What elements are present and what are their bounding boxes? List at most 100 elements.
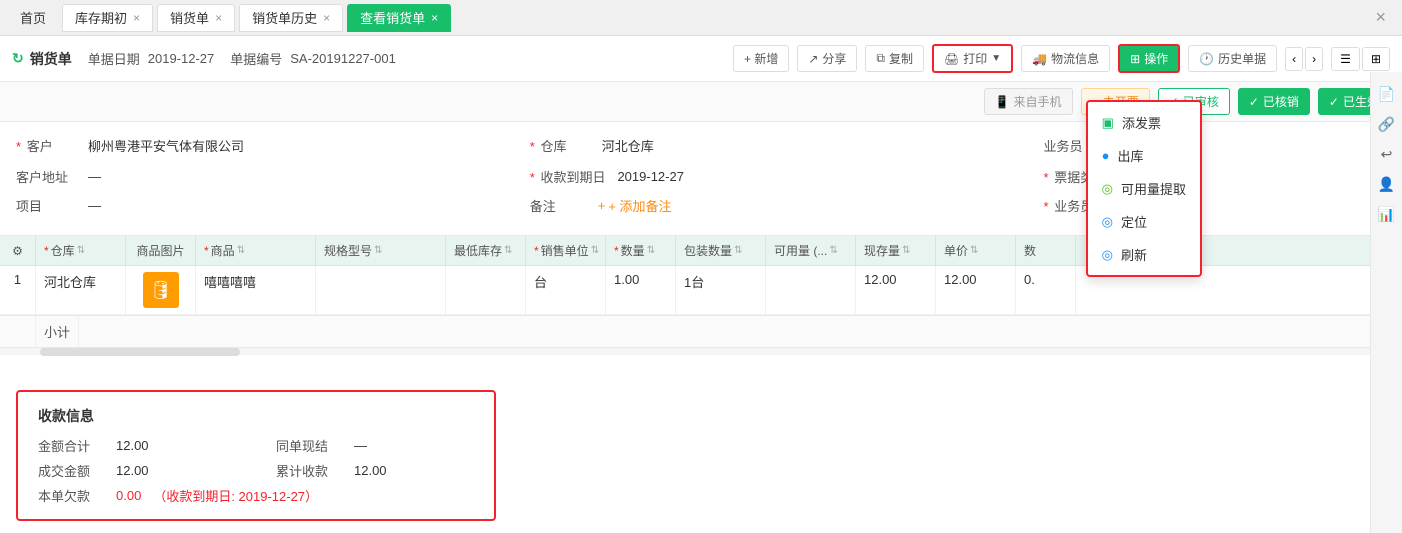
- th-warehouse[interactable]: * 仓库 ⇅: [36, 236, 126, 265]
- th-unit[interactable]: * 销售单位 ⇅: [526, 236, 606, 265]
- tab-sales[interactable]: 销货单 ×: [157, 4, 235, 32]
- grid-view-button[interactable]: ⊞: [1362, 47, 1390, 71]
- tab-view-sales[interactable]: 查看销货单 ×: [347, 4, 451, 32]
- operations-button[interactable]: ⊞ 操作: [1118, 44, 1180, 73]
- tab-sales-close[interactable]: ×: [215, 11, 222, 25]
- outbound-icon: ●: [1102, 148, 1110, 163]
- settings-icon: ⚙: [12, 244, 23, 258]
- th-qty[interactable]: * 数量 ⇅: [606, 236, 676, 265]
- cumulative-label: 累计收款: [276, 461, 346, 480]
- payment-date-value: 2019-12-27: [613, 167, 688, 186]
- td-warehouse: 河北仓库: [36, 266, 126, 314]
- payment-date-label: * 收款到期日: [530, 167, 606, 186]
- logistics-button[interactable]: 🚚 物流信息: [1021, 45, 1110, 72]
- sort-pack-icon: ⇅: [734, 245, 742, 256]
- nav-arrows: ‹ ›: [1285, 47, 1323, 71]
- add-button[interactable]: + 新增: [733, 45, 789, 72]
- payment-grid: 金额合计 12.00 同单现结 — 成交金额 12.00 累计收款 12.00: [38, 436, 474, 505]
- doc-actions: + 新增 ↗ 分享 ⧉ 复制 🖨 打印 ▼ 🚚: [733, 44, 1390, 73]
- th-pack[interactable]: 包装数量 ⇅: [676, 236, 766, 265]
- sort-stock-icon: ⇅: [902, 245, 910, 256]
- phone-icon: 📱: [995, 95, 1010, 109]
- share-button[interactable]: ↗ 分享: [797, 45, 857, 72]
- balance-row: 本单欠款 0.00 （收款到期日: 2019-12-27）: [38, 486, 474, 505]
- sidebar-icon-1[interactable]: 📄: [1373, 80, 1401, 108]
- tab-sales-history-close[interactable]: ×: [323, 11, 330, 25]
- history-button[interactable]: 🕐 历史单据: [1188, 45, 1277, 72]
- refresh-item[interactable]: ◎ 刷新: [1088, 238, 1200, 271]
- copy-button[interactable]: ⧉ 复制: [865, 45, 924, 72]
- sort-unit-icon: ⇅: [591, 245, 599, 256]
- phone-status-button[interactable]: 📱 来自手机: [984, 88, 1073, 115]
- doc-title-area: ↻ 销货单: [12, 49, 72, 69]
- scroll-thumb[interactable]: [40, 348, 240, 356]
- sidebar-icon-4[interactable]: 👤: [1373, 170, 1401, 198]
- prev-button[interactable]: ‹: [1285, 47, 1303, 71]
- add-note-button[interactable]: + + 添加备注: [598, 196, 672, 215]
- operations-icon: ⊞: [1130, 52, 1140, 66]
- window-close-button[interactable]: ×: [1367, 7, 1394, 28]
- th-stock[interactable]: 现存量 ⇅: [856, 236, 936, 265]
- view-icons: ☰ ⊞: [1331, 47, 1390, 71]
- cumulative-row: 累计收款 12.00: [276, 461, 474, 480]
- table-subtotal-row: 小计: [0, 315, 1402, 347]
- sort-price-icon: ⇅: [970, 245, 978, 256]
- payment-title: 收款信息: [38, 406, 474, 426]
- doc-date-label: 单据日期 2019-12-27: [88, 49, 215, 68]
- warehouse-field: * 仓库 河北仓库: [530, 134, 873, 157]
- writeoff-status-button[interactable]: ✓ 已核销: [1238, 88, 1310, 115]
- horizontal-scrollbar[interactable]: [0, 347, 1402, 355]
- sort-qty-icon: ⇅: [647, 245, 655, 256]
- doc-icon: ↻: [12, 50, 24, 67]
- tab-view-sales-close[interactable]: ×: [431, 11, 438, 25]
- tab-inventory[interactable]: 库存期初 ×: [62, 4, 153, 32]
- print-icon: 🖨: [944, 52, 959, 66]
- tab-sales-history[interactable]: 销货单历史 ×: [239, 4, 343, 32]
- next-button[interactable]: ›: [1305, 47, 1323, 71]
- tab-bar: 首页 库存期初 × 销货单 × 销货单历史 × 查看销货单 × ×: [0, 0, 1402, 36]
- deal-amount-row: 成交金额 12.00: [38, 461, 236, 480]
- history-icon: 🕐: [1199, 52, 1214, 66]
- print-button[interactable]: 🖨 打印 ▼: [932, 44, 1013, 73]
- balance-note: （收款到期日: 2019-12-27）: [153, 486, 318, 505]
- tab-view-sales-label: 查看销货单: [360, 8, 425, 27]
- same-order-row: 同单现结 —: [276, 436, 474, 455]
- th-price[interactable]: 单价 ⇅: [936, 236, 1016, 265]
- th-product[interactable]: * 商品 ⇅: [196, 236, 316, 265]
- sort-minstock-icon: ⇅: [504, 245, 512, 256]
- balance-value: 0.00: [116, 488, 141, 503]
- payment-total-value: 12.00: [116, 438, 149, 453]
- position-item[interactable]: ◎ 定位: [1088, 205, 1200, 238]
- sidebar-icon-5[interactable]: 📊: [1373, 200, 1401, 228]
- home-tab-label: 首页: [20, 8, 46, 27]
- customer-label: * 客户: [16, 136, 76, 155]
- th-amount[interactable]: 数: [1016, 236, 1076, 265]
- payment-total-row: 金额合计 12.00: [38, 436, 236, 455]
- available-qty-item[interactable]: ◎ 可用量提取: [1088, 172, 1200, 205]
- td-qty: 1.00: [606, 266, 676, 314]
- logistics-icon: 🚚: [1032, 52, 1047, 66]
- list-view-button[interactable]: ☰: [1331, 47, 1360, 71]
- tab-home[interactable]: 首页: [8, 4, 58, 32]
- deal-amount-value: 12.00: [116, 463, 149, 478]
- doc-meta: 单据日期 2019-12-27 单据编号 SA-20191227-001: [88, 49, 396, 68]
- print-dropdown-icon: ▼: [991, 53, 1001, 64]
- cumulative-value: 12.00: [354, 463, 387, 478]
- add-invoice-item[interactable]: ▣ 添发票: [1088, 106, 1200, 139]
- td-stock: 12.00: [856, 266, 936, 314]
- td-spec: [316, 266, 446, 314]
- tab-inventory-close[interactable]: ×: [133, 11, 140, 25]
- outbound-item[interactable]: ● 出库: [1088, 139, 1200, 172]
- sort-avail-icon: ⇅: [829, 245, 837, 256]
- th-avail[interactable]: 可用量 (... ⇅: [766, 236, 856, 265]
- doc-number-label: 单据编号 SA-20191227-001: [230, 49, 396, 68]
- customer-value: 柳州粤港平安气体有限公司: [84, 134, 248, 157]
- th-spec[interactable]: 规格型号 ⇅: [316, 236, 446, 265]
- th-minstock[interactable]: 最低库存 ⇅: [446, 236, 526, 265]
- td-index: 1: [0, 266, 36, 314]
- sidebar-icon-2[interactable]: 🔗: [1373, 110, 1401, 138]
- address-label: 客户地址: [16, 167, 76, 186]
- th-settings[interactable]: ⚙: [0, 236, 36, 265]
- sidebar-icon-3[interactable]: ↩: [1373, 140, 1401, 168]
- payment-total-label: 金额合计: [38, 436, 108, 455]
